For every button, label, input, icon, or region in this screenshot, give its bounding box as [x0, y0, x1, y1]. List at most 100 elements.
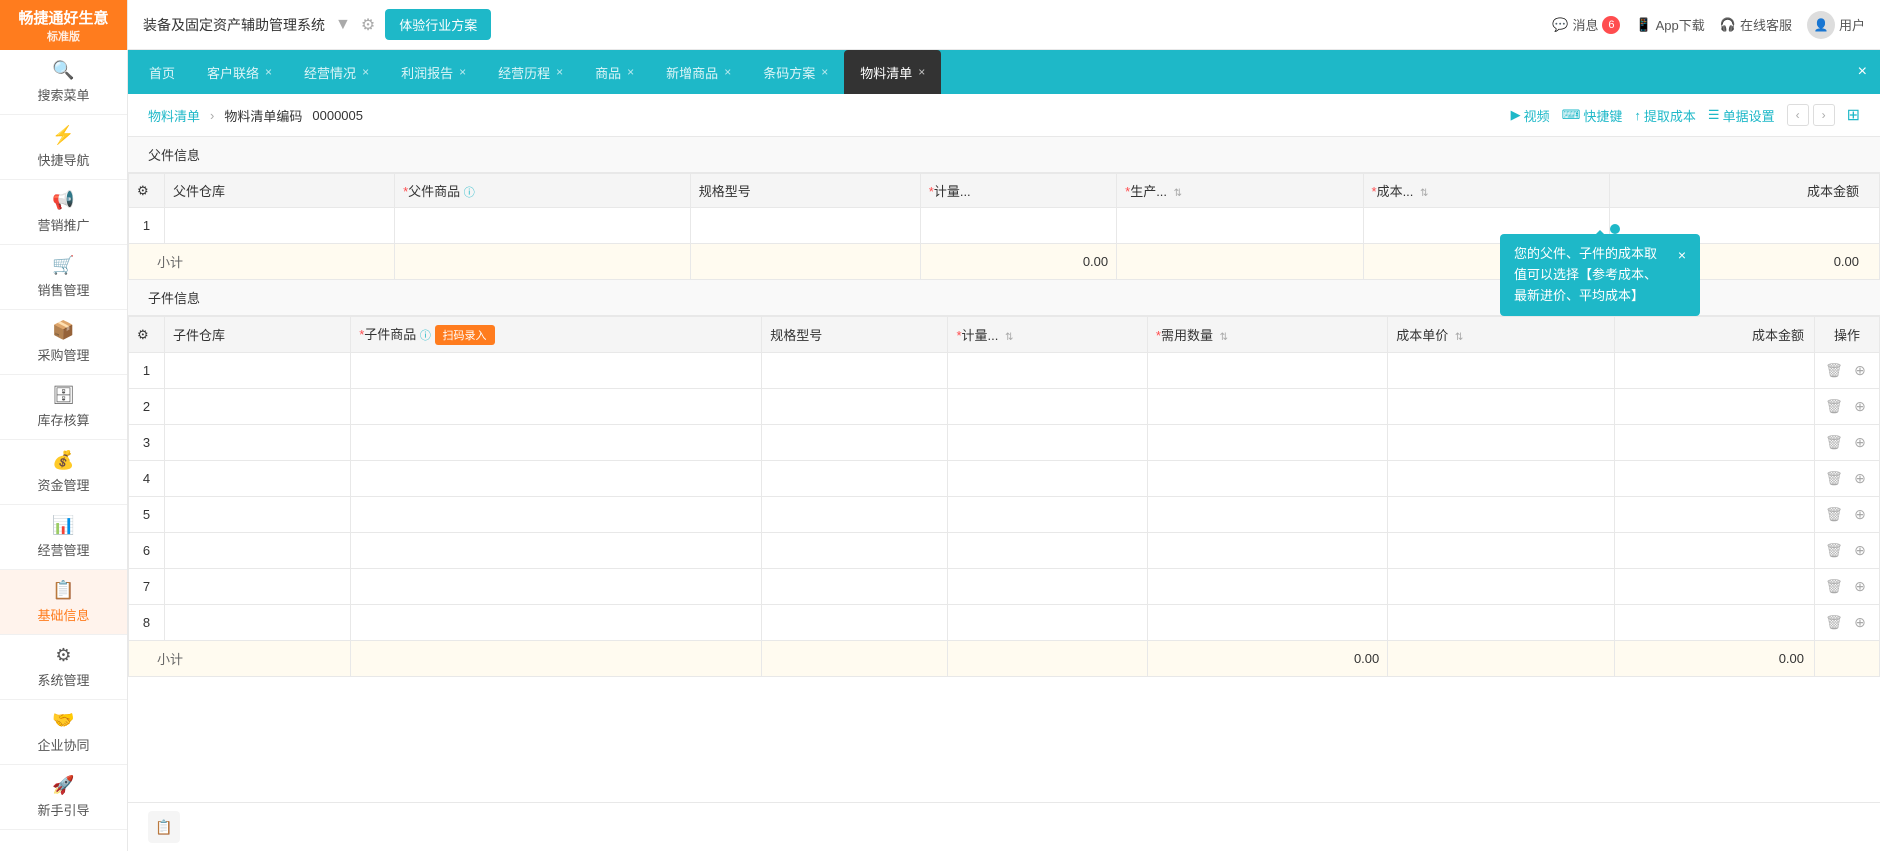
single-settings-link[interactable]: ☰ 单据设置: [1708, 106, 1775, 125]
delete-button-3[interactable]: 🗑: [1823, 432, 1845, 454]
delete-button-7[interactable]: 🗑: [1823, 576, 1845, 598]
tab-home[interactable]: 首页: [133, 50, 191, 94]
sidebar-item-sales[interactable]: 🛒 销售管理: [0, 245, 127, 310]
child-cell-unit-4[interactable]: [948, 461, 1147, 497]
child-cell-unit-cost-1[interactable]: [1388, 353, 1615, 389]
copy-button-6[interactable]: ⊕: [1849, 540, 1871, 562]
copy-button-3[interactable]: ⊕: [1849, 432, 1871, 454]
tab-goods[interactable]: 商品 ×: [579, 50, 650, 94]
child-cell-qty-5[interactable]: [1147, 497, 1387, 533]
copy-button-2[interactable]: ⊕: [1849, 396, 1871, 418]
child-cell-warehouse-6[interactable]: [165, 533, 351, 569]
child-cell-warehouse-2[interactable]: [165, 389, 351, 425]
tab-operations[interactable]: 经营情况 ×: [288, 50, 385, 94]
tab-history[interactable]: 经营历程 ×: [482, 50, 579, 94]
child-col-settings[interactable]: ⚙: [129, 317, 165, 353]
bottom-doc-icon[interactable]: 📋: [148, 811, 180, 843]
parent-cell-warehouse[interactable]: [165, 208, 395, 244]
child-cell-warehouse-1[interactable]: [165, 353, 351, 389]
child-cell-qty-4[interactable]: [1147, 461, 1387, 497]
extract-cost-link[interactable]: ↑ 提取成本: [1634, 106, 1696, 125]
close-icon[interactable]: ×: [556, 65, 563, 79]
scan-button[interactable]: 扫码录入: [435, 325, 495, 345]
child-cell-qty-3[interactable]: [1147, 425, 1387, 461]
child-cell-unit-7[interactable]: [948, 569, 1147, 605]
child-cell-unit-8[interactable]: [948, 605, 1147, 641]
child-cell-unit-2[interactable]: [948, 389, 1147, 425]
sidebar-item-operations[interactable]: 📊 经营管理: [0, 505, 127, 570]
delete-button-6[interactable]: 🗑: [1823, 540, 1845, 562]
child-cell-spec-3[interactable]: [762, 425, 948, 461]
child-cell-warehouse-7[interactable]: [165, 569, 351, 605]
tab-new-goods[interactable]: 新增商品 ×: [650, 50, 747, 94]
close-icon[interactable]: ×: [918, 65, 925, 79]
sidebar-item-quicknav[interactable]: ⚡ 快捷导航: [0, 115, 127, 180]
child-cell-warehouse-4[interactable]: [165, 461, 351, 497]
sidebar-item-marketing[interactable]: 📢 营销推广: [0, 180, 127, 245]
child-cell-qty-1[interactable]: [1147, 353, 1387, 389]
copy-button-4[interactable]: ⊕: [1849, 468, 1871, 490]
child-cell-product-3[interactable]: [351, 425, 762, 461]
close-icon[interactable]: ×: [724, 65, 731, 79]
parent-col-settings[interactable]: ⚙: [129, 174, 165, 208]
child-cell-product-8[interactable]: [351, 605, 762, 641]
copy-button-7[interactable]: ⊕: [1849, 576, 1871, 598]
child-cell-spec-2[interactable]: [762, 389, 948, 425]
sidebar-item-collab[interactable]: 🤝 企业协同: [0, 700, 127, 765]
shortcut-link[interactable]: ⌨ 快捷键: [1562, 106, 1623, 125]
settings-icon[interactable]: ⚙: [361, 15, 375, 35]
tooltip-close-button[interactable]: ×: [1678, 244, 1686, 266]
child-cell-qty-6[interactable]: [1147, 533, 1387, 569]
prev-arrow[interactable]: ‹: [1787, 104, 1809, 126]
child-cell-product-1[interactable]: [351, 353, 762, 389]
close-icon[interactable]: ×: [821, 65, 828, 79]
delete-button-4[interactable]: 🗑: [1823, 468, 1845, 490]
close-all-icon[interactable]: ×: [1850, 63, 1875, 81]
child-cell-qty-8[interactable]: [1147, 605, 1387, 641]
child-cell-product-4[interactable]: [351, 461, 762, 497]
sidebar-item-finance[interactable]: 💰 资金管理: [0, 440, 127, 505]
close-icon[interactable]: ×: [627, 65, 634, 79]
child-cell-unit-cost-8[interactable]: [1388, 605, 1615, 641]
child-cell-warehouse-8[interactable]: [165, 605, 351, 641]
close-icon[interactable]: ×: [362, 65, 369, 79]
child-cell-product-6[interactable]: [351, 533, 762, 569]
child-cell-product-5[interactable]: [351, 497, 762, 533]
parent-cell-product[interactable]: [395, 208, 691, 244]
app-download-item[interactable]: 📱 App下载: [1635, 15, 1704, 34]
parent-cell-produce[interactable]: [1117, 208, 1363, 244]
child-cell-unit-3[interactable]: [948, 425, 1147, 461]
close-icon[interactable]: ×: [265, 65, 272, 79]
child-cell-qty-2[interactable]: [1147, 389, 1387, 425]
child-cell-unit-5[interactable]: [948, 497, 1147, 533]
child-cell-spec-8[interactable]: [762, 605, 948, 641]
online-service-item[interactable]: 🎧 在线客服: [1720, 15, 1792, 34]
child-cell-product-2[interactable]: [351, 389, 762, 425]
parent-cell-spec[interactable]: [690, 208, 920, 244]
child-cell-spec-7[interactable]: [762, 569, 948, 605]
sidebar-item-system[interactable]: ⚙ 系统管理: [0, 635, 127, 700]
sidebar-item-basic-info[interactable]: 📋 基础信息: [0, 570, 127, 635]
child-cell-unit-cost-5[interactable]: [1388, 497, 1615, 533]
child-cell-qty-7[interactable]: [1147, 569, 1387, 605]
sidebar-item-inventory[interactable]: 🗄 库存核算: [0, 375, 127, 440]
child-cell-unit-6[interactable]: [948, 533, 1147, 569]
sidebar-item-purchase[interactable]: 📦 采购管理: [0, 310, 127, 375]
delete-button-2[interactable]: 🗑: [1823, 396, 1845, 418]
tab-bom[interactable]: 物料清单 ×: [844, 50, 941, 94]
sidebar-item-newguide[interactable]: 🚀 新手引导: [0, 765, 127, 830]
delete-button-1[interactable]: 🗑: [1823, 360, 1845, 382]
child-cell-unit-cost-4[interactable]: [1388, 461, 1615, 497]
user-item[interactable]: 👤 用户: [1807, 11, 1865, 39]
expand-icon[interactable]: ▼: [335, 16, 351, 34]
message-item[interactable]: 💬 消息 6: [1552, 15, 1620, 34]
child-cell-unit-1[interactable]: [948, 353, 1147, 389]
child-cell-product-7[interactable]: [351, 569, 762, 605]
sidebar-item-search[interactable]: 🔍 搜索菜单: [0, 50, 127, 115]
trial-button[interactable]: 体验行业方案: [385, 9, 491, 40]
copy-button-5[interactable]: ⊕: [1849, 504, 1871, 526]
child-cell-warehouse-3[interactable]: [165, 425, 351, 461]
parent-cell-unit[interactable]: [920, 208, 1116, 244]
delete-button-8[interactable]: 🗑: [1823, 612, 1845, 634]
tab-profit[interactable]: 利润报告 ×: [385, 50, 482, 94]
